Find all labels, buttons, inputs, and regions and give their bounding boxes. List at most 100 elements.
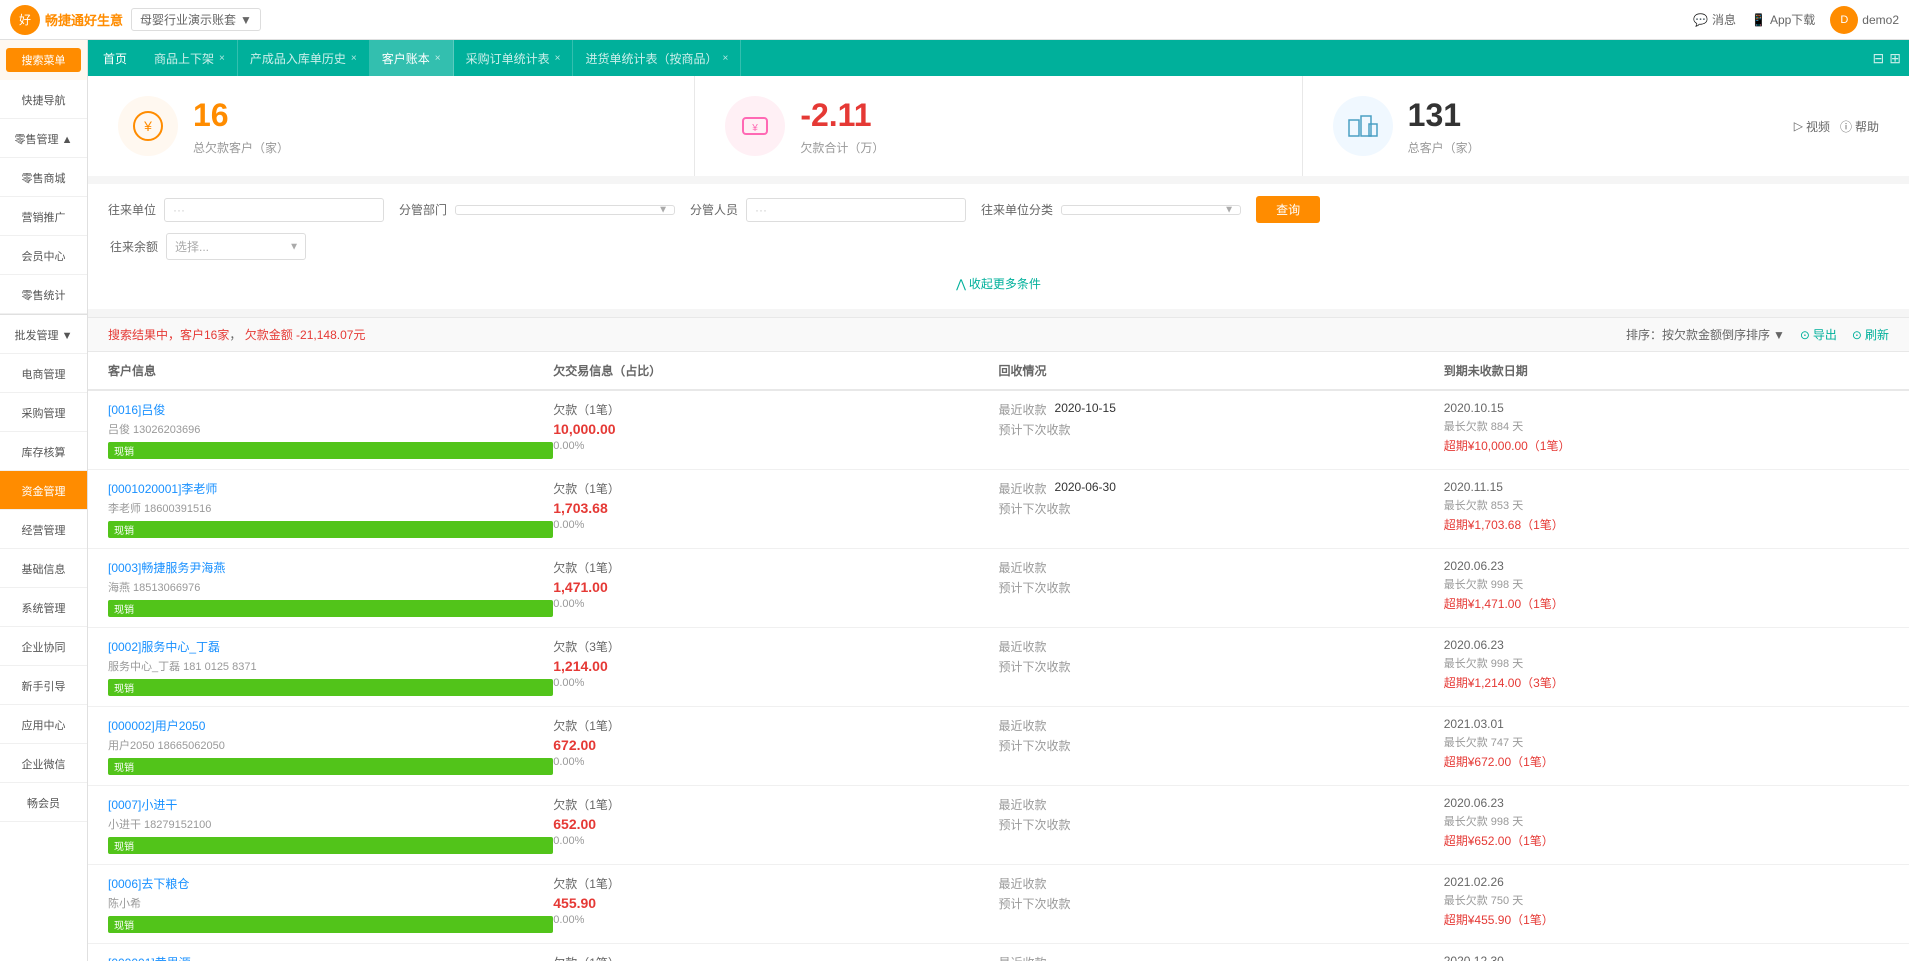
overdue-amount-link-6[interactable]: 超期¥652.00（1笔） (1444, 832, 1889, 849)
message-action[interactable]: 💬 消息 (1693, 11, 1736, 28)
tab-minimize-icon[interactable]: ⊟ (1873, 50, 1885, 67)
customer-name-link-1[interactable]: [0016]吕俊 (108, 401, 553, 418)
filter-area: 往来单位 ··· 分管部门 ▼ (88, 184, 1909, 309)
tab-product-history[interactable]: 产成品入库单历史 × (238, 40, 370, 76)
tab-close-purchase[interactable]: × (555, 53, 561, 64)
overdue-amount-link-4[interactable]: 超期¥1,214.00（3笔） (1444, 674, 1889, 691)
tab-home[interactable]: 首页 (88, 40, 142, 76)
table-row: [000002]用户2050 用户2050 18665062050 现销 欠款（… (88, 707, 1909, 786)
tab-products-off[interactable]: 商品上下架 × (142, 40, 238, 76)
overdue-amount-link-1[interactable]: 超期¥10,000.00（1笔） (1444, 437, 1889, 454)
debt-info-5: 欠款（1笔） 672.00 0.00% (553, 717, 998, 775)
overdue-amount-link-3[interactable]: 超期¥1,471.00（1笔） (1444, 595, 1889, 612)
debt-amount-4[interactable]: 1,214.00 (553, 658, 998, 674)
tab-close-history[interactable]: × (351, 53, 357, 64)
download-icon: 📱 (1751, 13, 1766, 27)
help-btn[interactable]: ⓘ 帮助 (1840, 118, 1879, 135)
sidebar-item-retail-stats[interactable]: 零售统计 (0, 275, 87, 314)
total-debt-value: -2.11 (800, 96, 884, 134)
overdue-amount-link-7[interactable]: 超期¥455.90（1笔） (1444, 911, 1889, 928)
refresh-button[interactable]: ⊙ 刷新 (1852, 326, 1889, 343)
stat-card-total-customers: 131 总客户（家） ▷ 视频 ⓘ 帮助 (1303, 76, 1909, 176)
sidebar-item-purchase[interactable]: 采购管理 (0, 393, 87, 432)
customer-name-link-6[interactable]: [0007]小进干 (108, 796, 553, 813)
sidebar-item-inventory[interactable]: 库存核算 (0, 432, 87, 471)
sidebar-item-system[interactable]: 系统管理 (0, 588, 87, 627)
export-icon: ⊙ (1800, 328, 1810, 342)
sort-button[interactable]: 排序：按欠款金额倒序排序 ▼ (1626, 326, 1785, 343)
industry-selector[interactable]: 母婴行业演示账套 ▼ (131, 8, 261, 31)
tab-expand-icon[interactable]: ⊞ (1889, 50, 1901, 67)
sidebar-search-area: 搜索菜单 (0, 40, 87, 80)
sidebar-item-member-plus[interactable]: 畅会员 (0, 783, 87, 822)
tab-purchase-order[interactable]: 采购订单统计表 × (454, 40, 574, 76)
table-header: 客户信息 欠交易信息（占比） 回收情况 到期未收款日期 (88, 352, 1909, 391)
debt-amount-7[interactable]: 455.90 (553, 895, 998, 911)
sidebar-item-marketing[interactable]: 营销推广 (0, 197, 87, 236)
view-video-btn[interactable]: ▷ 视频 (1794, 118, 1830, 135)
header-customer-info: 客户信息 (108, 362, 553, 379)
debt-amount-1[interactable]: 10,000.00 (553, 421, 998, 437)
balance-input[interactable]: 选择... ▼ (166, 233, 306, 260)
customer-name-link-7[interactable]: [0006]去下粮仓 (108, 875, 553, 892)
collapse-icon: ⋀ (956, 277, 966, 291)
source-unit-filter: 往来单位 ··· (108, 198, 384, 222)
overdue-info-1: 2020.10.15 最长欠款 884 天 超期¥10,000.00（1笔） (1444, 401, 1889, 459)
help-icon: ⓘ (1840, 118, 1852, 135)
sidebar-item-new-guide[interactable]: 新手引导 (0, 666, 87, 705)
department-input[interactable]: ▼ (455, 205, 675, 215)
total-debt-label: 欠款合计（万） (800, 139, 884, 156)
total-customers-value: 131 (1408, 96, 1480, 134)
customer-tag-3: 现销 (108, 600, 553, 617)
logo-icon: 好 (10, 5, 40, 35)
debtors-label: 总欠款客户（家） (193, 139, 289, 156)
export-button[interactable]: ⊙ 导出 (1800, 326, 1837, 343)
collapse-filter-btn[interactable]: ⋀ 收起更多条件 (108, 270, 1889, 297)
sidebar-item-basic-info[interactable]: 基础信息 (0, 549, 87, 588)
sidebar-item-ops[interactable]: 经营管理 (0, 510, 87, 549)
customer-contact-1: 吕俊 13026203696 (108, 421, 553, 437)
tab-purchase-stats[interactable]: 进货单统计表（按商品） × (573, 40, 741, 76)
search-button[interactable]: 查询 (1256, 196, 1320, 223)
customer-name-link-3[interactable]: [0003]畅捷服务尹海燕 (108, 559, 553, 576)
manager-input[interactable]: ··· (746, 198, 966, 222)
debt-amount-2[interactable]: 1,703.68 (553, 500, 998, 516)
app-download-action[interactable]: 📱 App下载 (1751, 11, 1815, 28)
debt-info-2: 欠款（1笔） 1,703.68 0.00% (553, 480, 998, 538)
unit-category-input[interactable]: ▼ (1061, 205, 1241, 215)
customer-name-link-4[interactable]: [0002]服务中心_丁磊 (108, 638, 553, 655)
sidebar-item-enterprise-wechat[interactable]: 企业微信 (0, 744, 87, 783)
sidebar-item-batch-mgmt[interactable]: 批发管理 ▼ (0, 315, 87, 354)
tab-close-customer[interactable]: × (435, 53, 441, 64)
debt-amount-3[interactable]: 1,471.00 (553, 579, 998, 595)
sidebar-item-ecommerce[interactable]: 电商管理 (0, 354, 87, 393)
tab-customer-account[interactable]: 客户账本 × (370, 40, 454, 76)
debt-amount-6[interactable]: 652.00 (553, 816, 998, 832)
sidebar-item-enterprise-coop[interactable]: 企业协同 (0, 627, 87, 666)
overdue-amount-link-2[interactable]: 超期¥1,703.68（1笔） (1444, 516, 1889, 533)
stat-card-actions: ▷ 视频 ⓘ 帮助 (1794, 118, 1879, 135)
result-actions: 排序：按欠款金额倒序排序 ▼ ⊙ 导出 ⊙ 刷新 (1626, 326, 1889, 343)
sidebar-item-finance[interactable]: 资金管理 (0, 471, 87, 510)
overdue-info-7: 2021.02.26 最长欠款 750 天 超期¥455.90（1笔） (1444, 875, 1889, 933)
sidebar-item-retail-mgmt[interactable]: 零售管理 ▲ (0, 119, 87, 158)
sidebar-item-quick-nav[interactable]: 快捷导航 (0, 80, 87, 119)
refresh-icon: ⊙ (1852, 328, 1862, 342)
user-action[interactable]: D demo2 (1830, 6, 1899, 34)
sidebar-item-member[interactable]: 会员中心 (0, 236, 87, 275)
sidebar-item-app-center[interactable]: 应用中心 (0, 705, 87, 744)
sidebar-item-retail-store[interactable]: 零售商城 (0, 158, 87, 197)
source-unit-input[interactable]: ··· (164, 198, 384, 222)
customer-name-link-5[interactable]: [000002]用户2050 (108, 717, 553, 734)
customer-name-link-2[interactable]: [0001020001]李老师 (108, 480, 553, 497)
search-menu-button[interactable]: 搜索菜单 (6, 48, 81, 72)
overdue-info-4: 2020.06.23 最长欠款 998 天 超期¥1,214.00（3笔） (1444, 638, 1889, 696)
debt-info-1: 欠款（1笔） 10,000.00 0.00% (553, 401, 998, 459)
tab-close-purchase-stats[interactable]: × (722, 53, 728, 64)
overdue-amount-link-5[interactable]: 超期¥672.00（1笔） (1444, 753, 1889, 770)
customer-tag-4: 现销 (108, 679, 553, 696)
debt-amount-5[interactable]: 672.00 (553, 737, 998, 753)
tab-close-products[interactable]: × (219, 53, 225, 64)
tab-bar: 首页 商品上下架 × 产成品入库单历史 × 客户账本 × 采购订单统计表 × (88, 40, 1909, 76)
customer-name-link-8[interactable]: [000001]黄思源 (108, 954, 553, 961)
